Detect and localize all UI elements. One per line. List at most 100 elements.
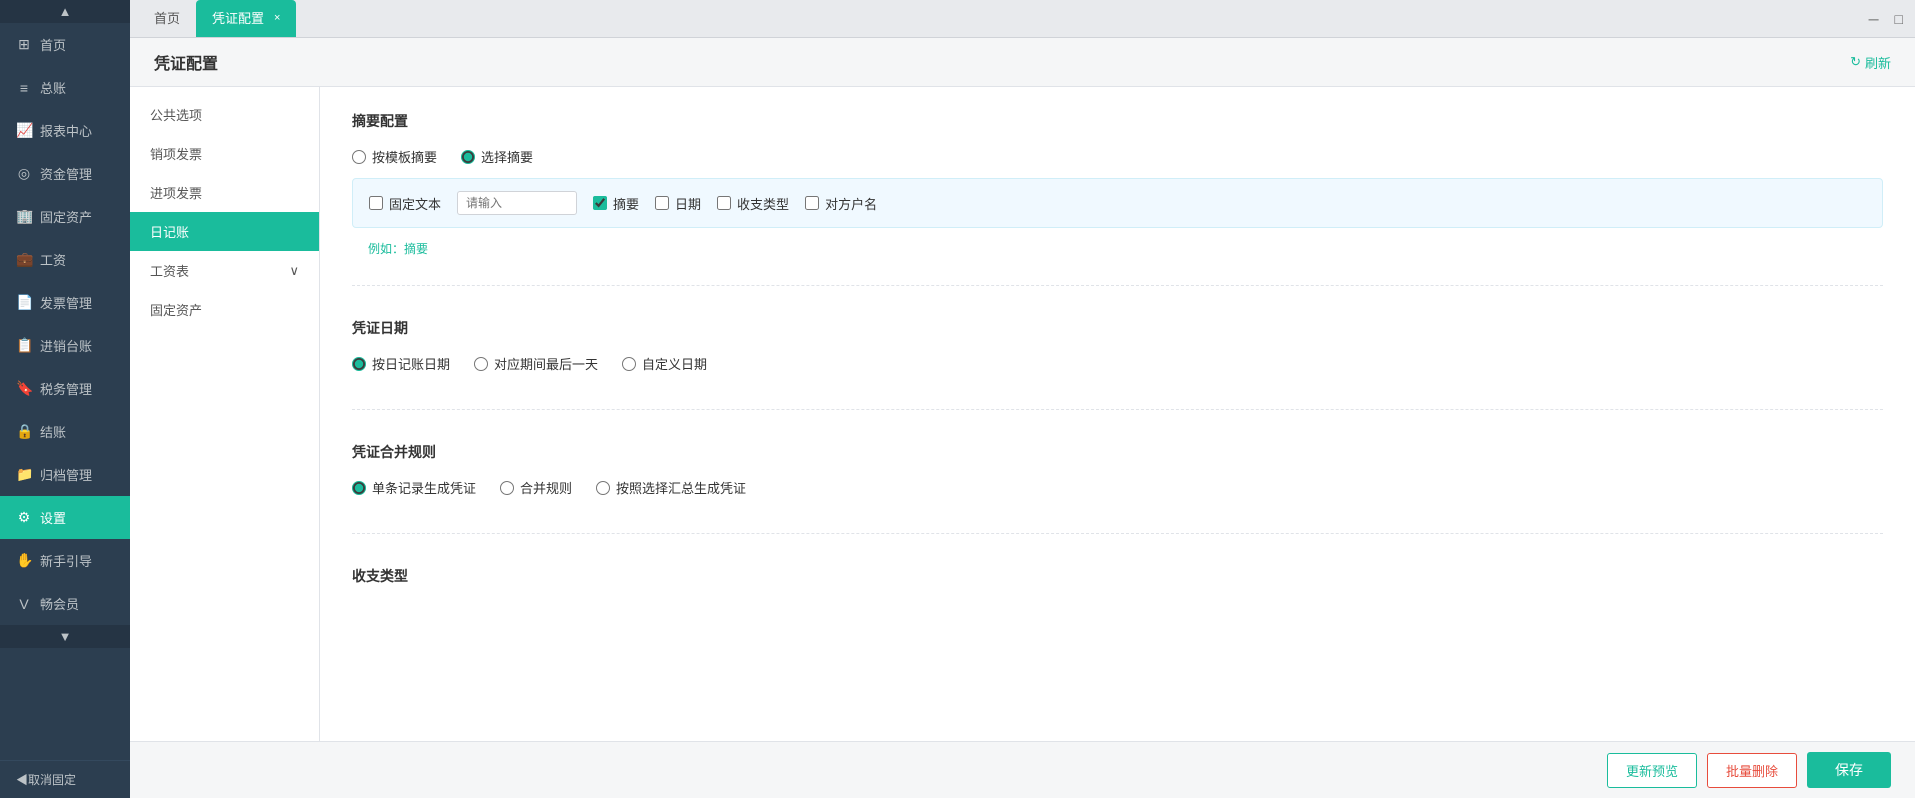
voucher-date-period-last-input[interactable] xyxy=(474,357,488,371)
checkbox-summary-input[interactable] xyxy=(593,196,607,210)
voucher-date-journal[interactable]: 按日记账日期 xyxy=(352,354,450,373)
save-button[interactable]: 保存 xyxy=(1807,752,1891,788)
sidebar-item-invoice[interactable]: 📄 发票管理 xyxy=(0,281,130,324)
voucher-date-section: 凭证日期 按日记账日期 对应期间最后一天 自定义日期 xyxy=(352,318,1883,410)
checkbox-income-type-label: 收支类型 xyxy=(737,194,789,213)
funds-icon: ◎ xyxy=(16,165,32,182)
right-content: 摘要配置 按模板摘要 选择摘要 xyxy=(320,87,1915,741)
sidebar-item-close[interactable]: 🔒 结账 xyxy=(0,410,130,453)
income-type-title: 收支类型 xyxy=(352,566,1883,586)
left-nav-sales-invoice[interactable]: 销项发票 xyxy=(130,134,319,173)
sidebar-item-label: 畅会员 xyxy=(40,594,79,613)
sidebar-item-label: 新手引导 xyxy=(40,551,92,570)
summary-config-section: 摘要配置 按模板摘要 选择摘要 xyxy=(352,111,1883,286)
content-area: 凭证配置 ↻ 刷新 公共选项 销项发票 进项发票 日记账 xyxy=(130,38,1915,798)
voucher-date-journal-label: 按日记账日期 xyxy=(372,354,450,373)
page-title: 凭证配置 xyxy=(154,50,218,74)
sidebar-item-vip[interactable]: V 畅会员 xyxy=(0,582,130,625)
merge-rules-merge[interactable]: 合并规则 xyxy=(500,478,572,497)
page-header: 凭证配置 ↻ 刷新 xyxy=(130,38,1915,87)
tab-close-icon[interactable]: × xyxy=(274,12,280,24)
left-nav-fixed-assets[interactable]: 固定资产 xyxy=(130,290,319,329)
merge-rules-single-input[interactable] xyxy=(352,481,366,495)
left-nav-journal[interactable]: 日记账 xyxy=(130,212,319,251)
tab-home[interactable]: 首页 xyxy=(138,0,196,37)
tab-voucher-config[interactable]: 凭证配置 × xyxy=(196,0,296,37)
merge-rules-merge-input[interactable] xyxy=(500,481,514,495)
left-nav-payroll-sheet[interactable]: 工资表 ∨ xyxy=(130,251,319,290)
maximize-button[interactable]: □ xyxy=(1891,7,1907,31)
checkbox-date[interactable]: 日期 xyxy=(655,194,701,213)
sidebar-item-label: 资金管理 xyxy=(40,164,92,183)
income-type-section: 收支类型 xyxy=(352,566,1883,626)
sidebar-item-label: 首页 xyxy=(40,35,66,54)
summary-radio-template-input[interactable] xyxy=(352,150,366,164)
sidebar-item-home[interactable]: ⊞ 首页 xyxy=(0,23,130,66)
voucher-date-custom-label: 自定义日期 xyxy=(642,354,707,373)
invoice-icon: 📄 xyxy=(16,294,32,311)
minimize-button[interactable]: ─ xyxy=(1865,7,1883,31)
left-nav-purchase-invoice-label: 进项发票 xyxy=(150,183,202,202)
sidebar-item-sales[interactable]: 📋 进销台账 xyxy=(0,324,130,367)
sidebar-item-funds[interactable]: ◎ 资金管理 xyxy=(0,152,130,195)
summary-checkbox-row: 固定文本 摘要 日期 收支类型 xyxy=(352,178,1883,228)
sidebar-item-assets[interactable]: 🏢 固定资产 xyxy=(0,195,130,238)
sidebar-scroll-up[interactable]: ▲ xyxy=(0,0,130,23)
left-nav: 公共选项 销项发票 进项发票 日记账 工资表 ∨ 固定资产 xyxy=(130,87,320,741)
sidebar: ▲ ⊞ 首页 ≡ 总账 📈 报表中心 ◎ 资金管理 🏢 固定资产 💼 工资 📄 … xyxy=(0,0,130,798)
merge-rules-single-label: 单条记录生成凭证 xyxy=(372,478,476,497)
merge-rules-title: 凭证合并规则 xyxy=(352,442,1883,462)
summary-radio-select[interactable]: 选择摘要 xyxy=(461,147,533,166)
merge-rules-section: 凭证合并规则 单条记录生成凭证 合并规则 按照选择汇总生成凭证 xyxy=(352,442,1883,534)
sidebar-item-reports[interactable]: 📈 报表中心 xyxy=(0,109,130,152)
two-panel: 公共选项 销项发票 进项发票 日记账 工资表 ∨ 固定资产 xyxy=(130,87,1915,741)
left-nav-purchase-invoice[interactable]: 进项发票 xyxy=(130,173,319,212)
update-preview-button[interactable]: 更新预览 xyxy=(1607,753,1697,788)
sidebar-item-ledger[interactable]: ≡ 总账 xyxy=(0,66,130,109)
voucher-date-period-last[interactable]: 对应期间最后一天 xyxy=(474,354,598,373)
refresh-button[interactable]: ↻ 刷新 xyxy=(1850,53,1891,72)
checkbox-income-type-input[interactable] xyxy=(717,196,731,210)
batch-delete-button[interactable]: 批量删除 xyxy=(1707,753,1797,788)
fixed-text-input[interactable] xyxy=(457,191,577,215)
summary-radio-template[interactable]: 按模板摘要 xyxy=(352,147,437,166)
sidebar-scroll-down[interactable]: ▼ xyxy=(0,625,130,648)
sidebar-item-payroll[interactable]: 💼 工资 xyxy=(0,238,130,281)
sales-icon: 📋 xyxy=(16,337,32,354)
checkbox-counterpart[interactable]: 对方户名 xyxy=(805,194,877,213)
voucher-date-custom[interactable]: 自定义日期 xyxy=(622,354,707,373)
sidebar-item-archive[interactable]: 📁 归档管理 xyxy=(0,453,130,496)
voucher-date-custom-input[interactable] xyxy=(622,357,636,371)
guide-icon: ✋ xyxy=(16,552,32,569)
home-icon: ⊞ xyxy=(16,36,32,53)
checkbox-fixed-text[interactable]: 固定文本 xyxy=(369,194,441,213)
merge-rules-select-merge-input[interactable] xyxy=(596,481,610,495)
sidebar-item-settings[interactable]: ⚙ 设置 xyxy=(0,496,130,539)
left-nav-public[interactable]: 公共选项 xyxy=(130,95,319,134)
chevron-down-icon: ∨ xyxy=(289,263,299,279)
checkbox-summary[interactable]: 摘要 xyxy=(593,194,639,213)
bottom-bar: 更新预览 批量删除 保存 xyxy=(130,741,1915,798)
left-nav-fixed-assets-label: 固定资产 xyxy=(150,300,202,319)
checkbox-fixed-text-input[interactable] xyxy=(369,196,383,210)
summary-radio-select-input[interactable] xyxy=(461,150,475,164)
checkbox-date-input[interactable] xyxy=(655,196,669,210)
tab-home-label: 首页 xyxy=(154,8,180,27)
refresh-icon: ↻ xyxy=(1850,54,1861,70)
voucher-date-journal-input[interactable] xyxy=(352,357,366,371)
left-nav-sales-invoice-label: 销项发票 xyxy=(150,144,202,163)
merge-rules-select-merge[interactable]: 按照选择汇总生成凭证 xyxy=(596,478,746,497)
ledger-icon: ≡ xyxy=(16,80,32,96)
tax-icon: 🔖 xyxy=(16,380,32,397)
checkbox-income-type[interactable]: 收支类型 xyxy=(717,194,789,213)
tab-voucher-config-label: 凭证配置 xyxy=(212,8,264,27)
checkbox-counterpart-input[interactable] xyxy=(805,196,819,210)
sidebar-item-guide[interactable]: ✋ 新手引导 xyxy=(0,539,130,582)
merge-rules-single[interactable]: 单条记录生成凭证 xyxy=(352,478,476,497)
merge-rules-select-merge-label: 按照选择汇总生成凭证 xyxy=(616,478,746,497)
tab-bar-actions: ─ □ xyxy=(1865,7,1907,31)
sidebar-unpin-button[interactable]: ◀取消固定 xyxy=(0,760,130,798)
sidebar-item-tax[interactable]: 🔖 税务管理 xyxy=(0,367,130,410)
assets-icon: 🏢 xyxy=(16,208,32,225)
payroll-icon: 💼 xyxy=(16,251,32,268)
